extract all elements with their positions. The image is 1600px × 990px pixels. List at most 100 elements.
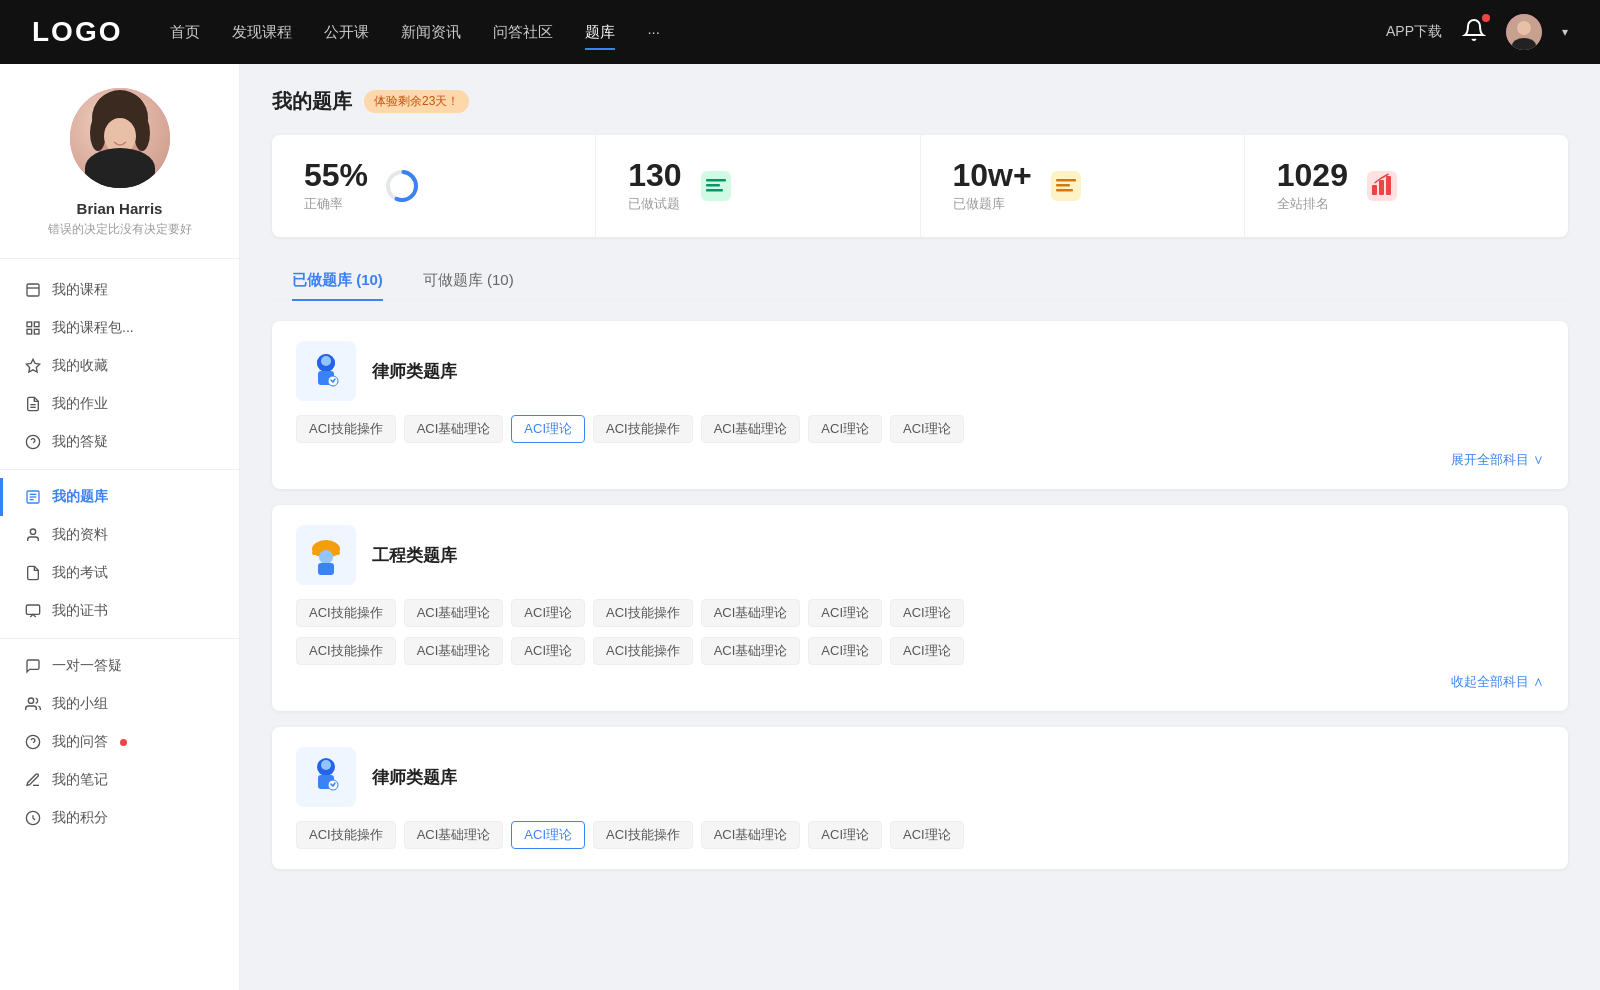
tag[interactable]: ACI技能操作 [593,415,693,443]
sidebar-item-one-on-one[interactable]: 一对一答疑 [0,647,239,685]
tab-available-banks[interactable]: 可做题库 (10) [403,261,534,300]
svg-rect-36 [706,184,720,187]
tag[interactable]: ACI基础理论 [404,821,504,849]
stat-done-questions-label: 已做试题 [628,195,681,213]
tag[interactable]: ACI基础理论 [404,599,504,627]
svg-point-26 [30,529,35,534]
sidebar-item-profile-data[interactable]: 我的资料 [0,516,239,554]
certificates-label: 我的证书 [52,602,108,620]
my-questions-label: 我的问答 [52,733,108,751]
sidebar-item-points[interactable]: 我的积分 [0,799,239,837]
tag[interactable]: ACI技能操作 [593,599,693,627]
done-questions-icon [698,168,734,204]
sidebar-item-my-qa[interactable]: 我的答疑 [0,423,239,461]
engineer1-tags-row1: ACI技能操作 ACI基础理论 ACI理论 ACI技能操作 ACI基础理论 AC… [296,599,1544,627]
tag[interactable]: ACI理论 [890,637,964,665]
tabs-row: 已做题库 (10) 可做题库 (10) [272,261,1568,301]
stat-done-banks: 10w+ 已做题库 [921,135,1245,237]
tag[interactable]: ACI理论 [808,821,882,849]
tag-active[interactable]: ACI理论 [511,821,585,849]
tag[interactable]: ACI技能操作 [296,599,396,627]
stats-row: 55% 正确率 130 已做试题 [272,135,1568,237]
tag[interactable]: ACI基础理论 [701,637,801,665]
lawyer2-tags: ACI技能操作 ACI基础理论 ACI理论 ACI技能操作 ACI基础理论 AC… [296,821,1544,849]
tag[interactable]: ACI技能操作 [593,821,693,849]
sidebar-divider-2 [0,638,239,639]
trial-badge: 体验剩余23天！ [364,90,469,113]
svg-point-7 [90,115,106,151]
bell-icon [1462,18,1486,42]
tag-active[interactable]: ACI理论 [511,415,585,443]
stat-done-questions: 130 已做试题 [596,135,920,237]
tag[interactable]: ACI理论 [890,821,964,849]
tag[interactable]: ACI理论 [511,599,585,627]
one-on-one-label: 一对一答疑 [52,657,122,675]
nav-more[interactable]: ··· [647,19,660,46]
tag[interactable]: ACI基础理论 [404,637,504,665]
avatar-dropdown-icon[interactable]: ▾ [1562,25,1568,39]
accuracy-chart-icon [384,168,420,204]
sidebar-item-courses[interactable]: 我的课程 [0,271,239,309]
stat-done-questions-value: 130 [628,159,681,191]
expand-lawyer1-button[interactable]: 展开全部科目 ∨ [296,451,1544,469]
favorites-icon [24,357,42,375]
sidebar-item-homework[interactable]: 我的作业 [0,385,239,423]
svg-rect-16 [34,329,39,334]
nav-links: 首页 发现课程 公开课 新闻资讯 问答社区 题库 ··· [170,19,1386,46]
nav-qa[interactable]: 问答社区 [493,19,553,46]
list-green-icon [699,169,733,203]
tag[interactable]: ACI理论 [808,637,882,665]
svg-rect-27 [26,605,39,614]
tag[interactable]: ACI技能操作 [296,415,396,443]
svg-point-10 [104,118,136,154]
tag[interactable]: ACI理论 [890,415,964,443]
tag[interactable]: ACI理论 [890,599,964,627]
tag[interactable]: ACI技能操作 [296,821,396,849]
tag[interactable]: ACI技能操作 [296,637,396,665]
sidebar-item-my-questions[interactable]: 我的问答 [0,723,239,761]
nav-questionbank[interactable]: 题库 [585,19,615,46]
bank-card-lawyer1: 律师类题库 ACI技能操作 ACI基础理论 ACI理论 ACI技能操作 ACI基… [272,321,1568,489]
nav-discover[interactable]: 发现课程 [232,19,292,46]
avatar[interactable] [1506,14,1542,50]
lawyer1-tags: ACI技能操作 ACI基础理论 ACI理论 ACI技能操作 ACI基础理论 AC… [296,415,1544,443]
sidebar-item-groups[interactable]: 我的小组 [0,685,239,723]
sidebar-item-certificates[interactable]: 我的证书 [0,592,239,630]
nav-opencourse[interactable]: 公开课 [324,19,369,46]
svg-rect-44 [1379,180,1384,195]
avatar-image [1506,14,1542,50]
tag[interactable]: ACI基础理论 [701,821,801,849]
sidebar-item-course-packages[interactable]: 我的课程包... [0,309,239,347]
sidebar-item-exams[interactable]: 我的考试 [0,554,239,592]
sidebar-item-question-bank[interactable]: 我的题库 [0,478,239,516]
nav-news[interactable]: 新闻资讯 [401,19,461,46]
tag[interactable]: ACI基础理论 [701,599,801,627]
tag[interactable]: ACI基础理论 [404,415,504,443]
collapse-engineer1-button[interactable]: 收起全部科目 ∧ [296,673,1544,691]
nav-home[interactable]: 首页 [170,19,200,46]
avatar-svg [1506,14,1542,50]
app-download-button[interactable]: APP下载 [1386,23,1442,41]
logo: LOGO [32,16,122,48]
svg-rect-39 [1056,179,1076,182]
avatar-decoration [70,88,170,188]
tag[interactable]: ACI理论 [511,637,585,665]
notes-label: 我的笔记 [52,771,108,789]
sidebar-item-favorites[interactable]: 我的收藏 [0,347,239,385]
svg-point-53 [319,550,333,564]
tab-done-banks[interactable]: 已做题库 (10) [272,261,403,300]
svg-rect-41 [1056,189,1073,192]
tag[interactable]: ACI技能操作 [593,637,693,665]
question-bank-label: 我的题库 [52,488,108,506]
profile-data-label: 我的资料 [52,526,108,544]
profile-avatar[interactable] [70,88,170,188]
notification-bell-button[interactable] [1462,18,1486,46]
tag[interactable]: ACI基础理论 [701,415,801,443]
navbar-right: APP下载 ▾ [1386,14,1568,50]
tag[interactable]: ACI理论 [808,415,882,443]
engineer1-title: 工程类题库 [372,544,457,567]
sidebar-item-notes[interactable]: 我的笔记 [0,761,239,799]
profile-motto: 错误的决定比没有决定要好 [48,221,192,238]
svg-rect-15 [27,329,32,334]
tag[interactable]: ACI理论 [808,599,882,627]
